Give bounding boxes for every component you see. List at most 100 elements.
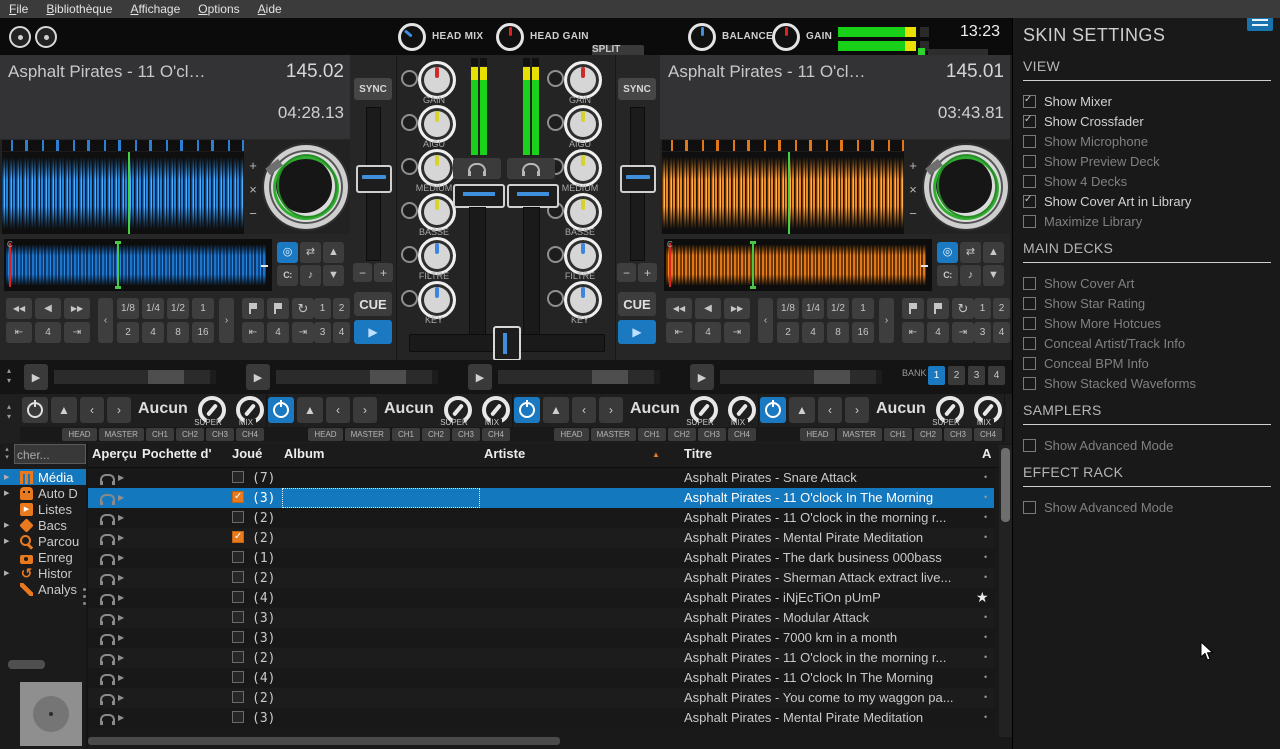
step-back-button[interactable]: ◀	[695, 298, 721, 319]
effect-power-button[interactable]	[760, 397, 786, 423]
album-cell[interactable]	[282, 588, 480, 608]
option-checkbox[interactable]	[1023, 317, 1036, 330]
effect-name[interactable]: Aucun	[384, 400, 434, 418]
preview-play-icon[interactable]: ▶	[118, 513, 124, 522]
sampler-row-expander[interactable]: ▴ ▾	[2, 366, 16, 387]
effect-eject-button[interactable]: ▲	[543, 397, 569, 423]
quantize-button[interactable]: ♪	[960, 265, 981, 286]
played-checkbox[interactable]	[232, 691, 244, 703]
next-effect-button[interactable]: ›	[353, 397, 377, 423]
channel1-pfl-button[interactable]	[453, 158, 501, 179]
column-year[interactable]: A	[982, 446, 991, 461]
preview-headphone-icon[interactable]	[100, 654, 115, 664]
option-checkbox[interactable]	[1023, 501, 1036, 514]
spinny-vinyl-widget[interactable]	[922, 143, 1010, 231]
sampler-progress-bar[interactable]	[720, 370, 882, 384]
option-checkbox[interactable]	[1023, 135, 1036, 148]
preview-play-icon[interactable]: ▶	[118, 693, 124, 702]
beatloop-size-button[interactable]: 1	[852, 298, 874, 319]
sampler-play-button[interactable]: ▶	[468, 364, 492, 390]
keylock-button[interactable]: ▼	[323, 265, 344, 286]
preview-headphone-icon[interactable]	[100, 534, 115, 544]
table-row[interactable]: ▶ (2) Asphalt Pirates - 11 O'clock in th…	[88, 508, 994, 528]
bpm-display[interactable]: 145.02	[286, 61, 344, 83]
zoom-reset-button[interactable]: ×	[246, 178, 260, 202]
effect-eject-button[interactable]: ▲	[789, 397, 815, 423]
option-checkbox[interactable]	[1023, 155, 1036, 168]
sidebar-item[interactable]: ▶ Auto D	[0, 485, 86, 501]
expander-icon[interactable]: ▶	[4, 521, 12, 529]
loop-halve-button[interactable]: ‹	[98, 298, 113, 343]
master-gain-knob[interactable]	[772, 23, 800, 51]
keylock-button[interactable]: ▼	[983, 265, 1004, 286]
preview-play-icon[interactable]: ▶	[118, 673, 124, 682]
table-row[interactable]: ▶ (7) Asphalt Pirates - Snare Attack ★ •	[88, 468, 994, 488]
option-checkbox[interactable]	[1023, 277, 1036, 290]
skin-option[interactable]: Show Microphone	[1023, 131, 1271, 151]
eq-knob[interactable]	[564, 61, 602, 99]
pitch-slider-handle[interactable]	[620, 165, 656, 193]
rating-star-icon[interactable]: ★	[976, 589, 989, 606]
beatloop-size-button[interactable]: 1/8	[777, 298, 799, 319]
played-checkbox[interactable]	[232, 631, 244, 643]
microphone-knob-2[interactable]	[35, 26, 57, 48]
skin-option[interactable]: Show Star Rating	[1023, 293, 1271, 313]
menu-item[interactable]: Bibliothèque	[37, 1, 121, 17]
loop-out-button[interactable]	[927, 298, 949, 319]
column-cover[interactable]: Pochette d'	[142, 446, 228, 461]
zoom-out-button[interactable]: −	[906, 202, 920, 226]
hotcue-button[interactable]: 2	[333, 298, 350, 319]
beatloop-size-button[interactable]: 4	[142, 322, 164, 343]
beatloop-size-button[interactable]: 1/2	[167, 298, 189, 319]
sidebar-item[interactable]: ▶ Bacs	[0, 517, 86, 533]
track-title-cell[interactable]: Asphalt Pirates - iNjEcTiOn pUmP	[684, 590, 881, 605]
beatloop-size-button[interactable]: 1/4	[142, 298, 164, 319]
track-title-cell[interactable]: Asphalt Pirates - Modular Attack	[684, 610, 869, 625]
option-checkbox[interactable]	[1023, 377, 1036, 390]
crossfader-handle[interactable]	[493, 326, 521, 361]
sidebar-splitter-handle[interactable]	[83, 588, 86, 610]
channel-assign-button[interactable]: CH4	[482, 428, 510, 441]
table-row[interactable]: ▶ (3) Asphalt Pirates - Modular Attack ★…	[88, 608, 994, 628]
table-row[interactable]: ▶ (2) Asphalt Pirates - Mental Pirate Me…	[88, 528, 994, 548]
played-checkbox[interactable]	[232, 671, 244, 683]
table-row[interactable]: ▶ (1) Asphalt Pirates - The dark busines…	[88, 548, 994, 568]
album-cell[interactable]	[282, 708, 480, 728]
channel-assign-button[interactable]: MASTER	[591, 428, 636, 441]
next-effect-button[interactable]: ›	[599, 397, 623, 423]
loop-in-button[interactable]	[902, 298, 924, 319]
eq-knob[interactable]	[564, 281, 602, 319]
preview-play-icon[interactable]: ▶	[118, 713, 124, 722]
eject-button[interactable]: ▲	[323, 242, 344, 263]
album-cell[interactable]	[282, 548, 480, 568]
preview-headphone-icon[interactable]	[100, 554, 115, 564]
hotcue-button[interactable]: 1	[974, 298, 991, 319]
album-cell[interactable]	[282, 688, 480, 708]
album-cell[interactable]	[282, 568, 480, 588]
column-artist[interactable]: Artiste	[484, 446, 525, 461]
sidebar-item[interactable]: ▶ Média	[0, 469, 86, 485]
channel-assign-button[interactable]: CH3	[944, 428, 972, 441]
played-checkbox[interactable]	[232, 711, 244, 723]
preview-headphone-icon[interactable]	[100, 614, 115, 624]
option-checkbox[interactable]	[1023, 195, 1036, 208]
album-cell[interactable]	[282, 668, 480, 688]
hotcue-button[interactable]: 4	[993, 322, 1010, 343]
spinny-vinyl-widget[interactable]	[262, 143, 350, 231]
loop-out-button[interactable]	[267, 298, 289, 319]
channel-assign-button[interactable]: CH3	[206, 428, 234, 441]
channel-assign-button[interactable]: CH4	[728, 428, 756, 441]
spinny-toggle-button[interactable]: ◎	[937, 242, 958, 263]
channel-assign-button[interactable]: HEAD	[554, 428, 588, 441]
effect-name[interactable]: Aucun	[876, 400, 926, 418]
eq-kill-button[interactable]	[547, 290, 564, 307]
preview-play-icon[interactable]: ▶	[118, 533, 124, 542]
sidebar-hscrollbar[interactable]	[8, 660, 45, 669]
beatloop-size-button[interactable]: 2	[777, 322, 799, 343]
option-checkbox[interactable]	[1023, 357, 1036, 370]
beatjump-forward-button[interactable]: ⇥	[952, 322, 974, 343]
balance-knob[interactable]	[688, 23, 716, 51]
hotcue-button[interactable]: 4	[333, 322, 350, 343]
option-checkbox[interactable]	[1023, 175, 1036, 188]
table-row[interactable]: ▶ (4) Asphalt Pirates - iNjEcTiOn pUmP ★…	[88, 588, 994, 608]
